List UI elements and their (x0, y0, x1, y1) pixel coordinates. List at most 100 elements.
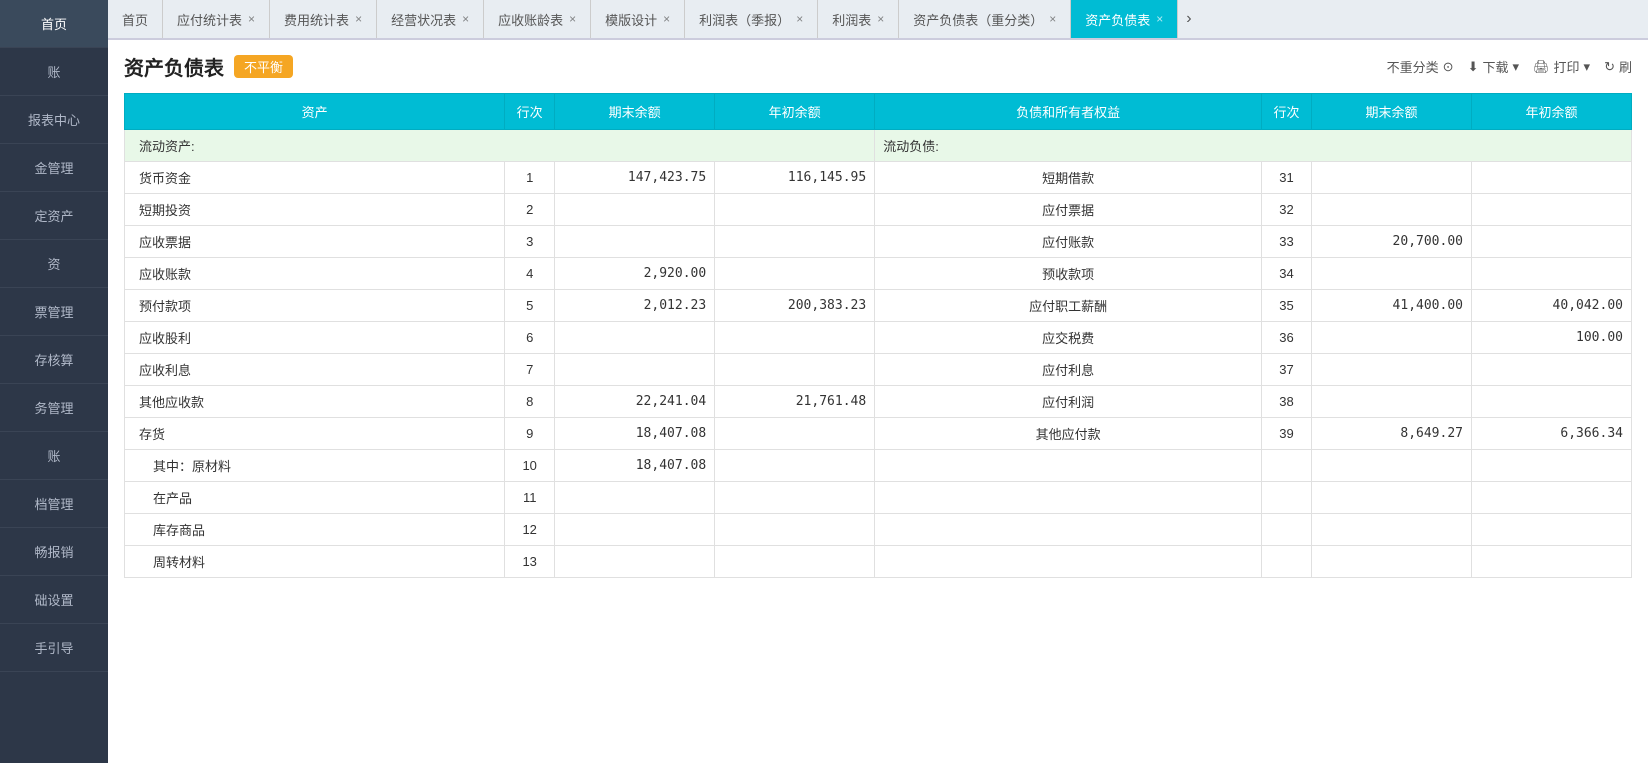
tab-profit[interactable]: 利润表 × (818, 0, 899, 39)
sidebar-item-ledger[interactable]: 账 (0, 432, 108, 480)
right-row-num: 39 (1262, 418, 1312, 450)
left-start-balance (715, 226, 875, 258)
left-row-num: 3 (505, 226, 555, 258)
left-start-balance (715, 450, 875, 482)
left-row-num: 7 (505, 354, 555, 386)
tab-payable-stats[interactable]: 应付统计表 × (163, 0, 270, 39)
tab-receivable-aging-close[interactable]: × (569, 12, 576, 26)
sidebar-item-report-center[interactable]: 报表中心 (0, 96, 108, 144)
sidebar-item-guide[interactable]: 手引导 (0, 624, 108, 672)
right-item (875, 482, 1262, 514)
left-start-balance (715, 482, 875, 514)
tab-balance-close[interactable]: × (1156, 12, 1163, 26)
tab-profit-quarterly[interactable]: 利润表（季报） × (685, 0, 818, 39)
classify-label: 不重分类 (1387, 57, 1439, 76)
right-item: 短期借款 (875, 162, 1262, 194)
table-row: 短期投资 (125, 194, 505, 226)
table-row: 周转材料 (125, 546, 505, 578)
right-row-num: 32 (1262, 194, 1312, 226)
tab-expense-stats-close[interactable]: × (355, 12, 362, 26)
tab-balance-reclassified-close[interactable]: × (1049, 12, 1056, 26)
tab-profit-quarterly-close[interactable]: × (796, 12, 803, 26)
right-row-num: 37 (1262, 354, 1312, 386)
sidebar-item-fund-mgmt[interactable]: 金管理 (0, 144, 108, 192)
right-end-balance: 41,400.00 (1312, 290, 1472, 322)
right-item: 预收款项 (875, 258, 1262, 290)
tab-receivable-aging[interactable]: 应收账龄表 × (484, 0, 591, 39)
left-row-num: 6 (505, 322, 555, 354)
left-start-balance: 200,383.23 (715, 290, 875, 322)
right-start-balance: 40,042.00 (1472, 290, 1632, 322)
left-row-num: 5 (505, 290, 555, 322)
left-start-balance: 21,761.48 (715, 386, 875, 418)
sidebar-item-investment[interactable]: 资 (0, 240, 108, 288)
left-row-num: 8 (505, 386, 555, 418)
left-end-balance (555, 546, 715, 578)
tab-template-design-label: 模版设计 (605, 10, 657, 29)
right-row-num (1262, 482, 1312, 514)
content-area: 资产负债表 不平衡 不重分类 ⊙ ⬇ 下载 ▾ 🖨 打印 ▾ (108, 40, 1648, 763)
tab-business-status-label: 经营状况表 (391, 10, 456, 29)
tab-balance-reclassified[interactable]: 资产负债表（重分类） × (899, 0, 1071, 39)
header-end-balance: 期末余额 (555, 94, 715, 130)
refresh-button[interactable]: ↻ 刷 (1604, 57, 1632, 76)
left-row-num: 2 (505, 194, 555, 226)
section-left-label: 流动资产: (125, 130, 875, 162)
header-start-balance: 年初余额 (715, 94, 875, 130)
right-item: 应付账款 (875, 226, 1262, 258)
table-row: 预付款项 (125, 290, 505, 322)
tab-business-status-close[interactable]: × (462, 12, 469, 26)
right-end-balance (1312, 162, 1472, 194)
sidebar-item-tax-mgmt[interactable]: 务管理 (0, 384, 108, 432)
table-row: 应收股利 (125, 322, 505, 354)
left-start-balance: 116,145.95 (715, 162, 875, 194)
sidebar-item-archive[interactable]: 档管理 (0, 480, 108, 528)
sidebar-item-home[interactable]: 首页 (0, 0, 108, 48)
toolbar-right: 不重分类 ⊙ ⬇ 下载 ▾ 🖨 打印 ▾ ↻ 刷 (1387, 57, 1632, 76)
table-row: 其他应收款 (125, 386, 505, 418)
header-row-num2: 行次 (1262, 94, 1312, 130)
left-end-balance (555, 514, 715, 546)
sidebar-item-settings[interactable]: 础设置 (0, 576, 108, 624)
left-end-balance: 18,407.08 (555, 418, 715, 450)
right-item (875, 546, 1262, 578)
print-button[interactable]: 🖨 打印 ▾ (1533, 57, 1590, 76)
right-start-balance (1472, 162, 1632, 194)
tab-balance[interactable]: 资产负债表 × (1071, 0, 1178, 39)
right-start-balance (1472, 386, 1632, 418)
unbalanced-badge: 不平衡 (234, 55, 293, 78)
tab-template-design-close[interactable]: × (663, 12, 670, 26)
table-row: 在产品 (125, 482, 505, 514)
sidebar-item-inventory[interactable]: 存核算 (0, 336, 108, 384)
sidebar-item-bill-mgmt[interactable]: 票管理 (0, 288, 108, 336)
table-row: 货币资金 (125, 162, 505, 194)
print-label: 打印 (1554, 57, 1580, 76)
refresh-label: 刷 (1619, 57, 1632, 76)
sidebar-item-expense[interactable]: 畅报销 (0, 528, 108, 576)
right-item: 应付职工薪酬 (875, 290, 1262, 322)
left-end-balance (555, 482, 715, 514)
tab-home[interactable]: 首页 (108, 0, 163, 39)
tab-receivable-aging-label: 应收账龄表 (498, 10, 563, 29)
left-end-balance (555, 322, 715, 354)
download-button[interactable]: ⬇ 下载 ▾ (1468, 57, 1519, 76)
right-item: 其他应付款 (875, 418, 1262, 450)
sidebar-item-fixed-asset[interactable]: 定资产 (0, 192, 108, 240)
tab-template-design[interactable]: 模版设计 × (591, 0, 685, 39)
right-item: 应付票据 (875, 194, 1262, 226)
tab-business-status[interactable]: 经营状况表 × (377, 0, 484, 39)
main-area: 首页 应付统计表 × 费用统计表 × 经营状况表 × 应收账龄表 × 模版设计 … (108, 0, 1648, 763)
tab-expense-stats[interactable]: 费用统计表 × (270, 0, 377, 39)
tab-scroll-right[interactable]: › (1178, 0, 1199, 39)
table-row: 应收利息 (125, 354, 505, 386)
download-icon: ⬇ (1468, 59, 1479, 75)
sidebar: 首页 账 报表中心 金管理 定资产 资 票管理 存核算 务管理 账 档管理 畅报… (0, 0, 108, 763)
tab-profit-close[interactable]: × (877, 12, 884, 26)
right-row-num: 36 (1262, 322, 1312, 354)
left-end-balance: 22,241.04 (555, 386, 715, 418)
classify-button[interactable]: 不重分类 ⊙ (1387, 57, 1454, 76)
help-icon: ⊙ (1443, 59, 1454, 75)
tab-payable-stats-close[interactable]: × (248, 12, 255, 26)
right-item (875, 514, 1262, 546)
sidebar-item-account[interactable]: 账 (0, 48, 108, 96)
